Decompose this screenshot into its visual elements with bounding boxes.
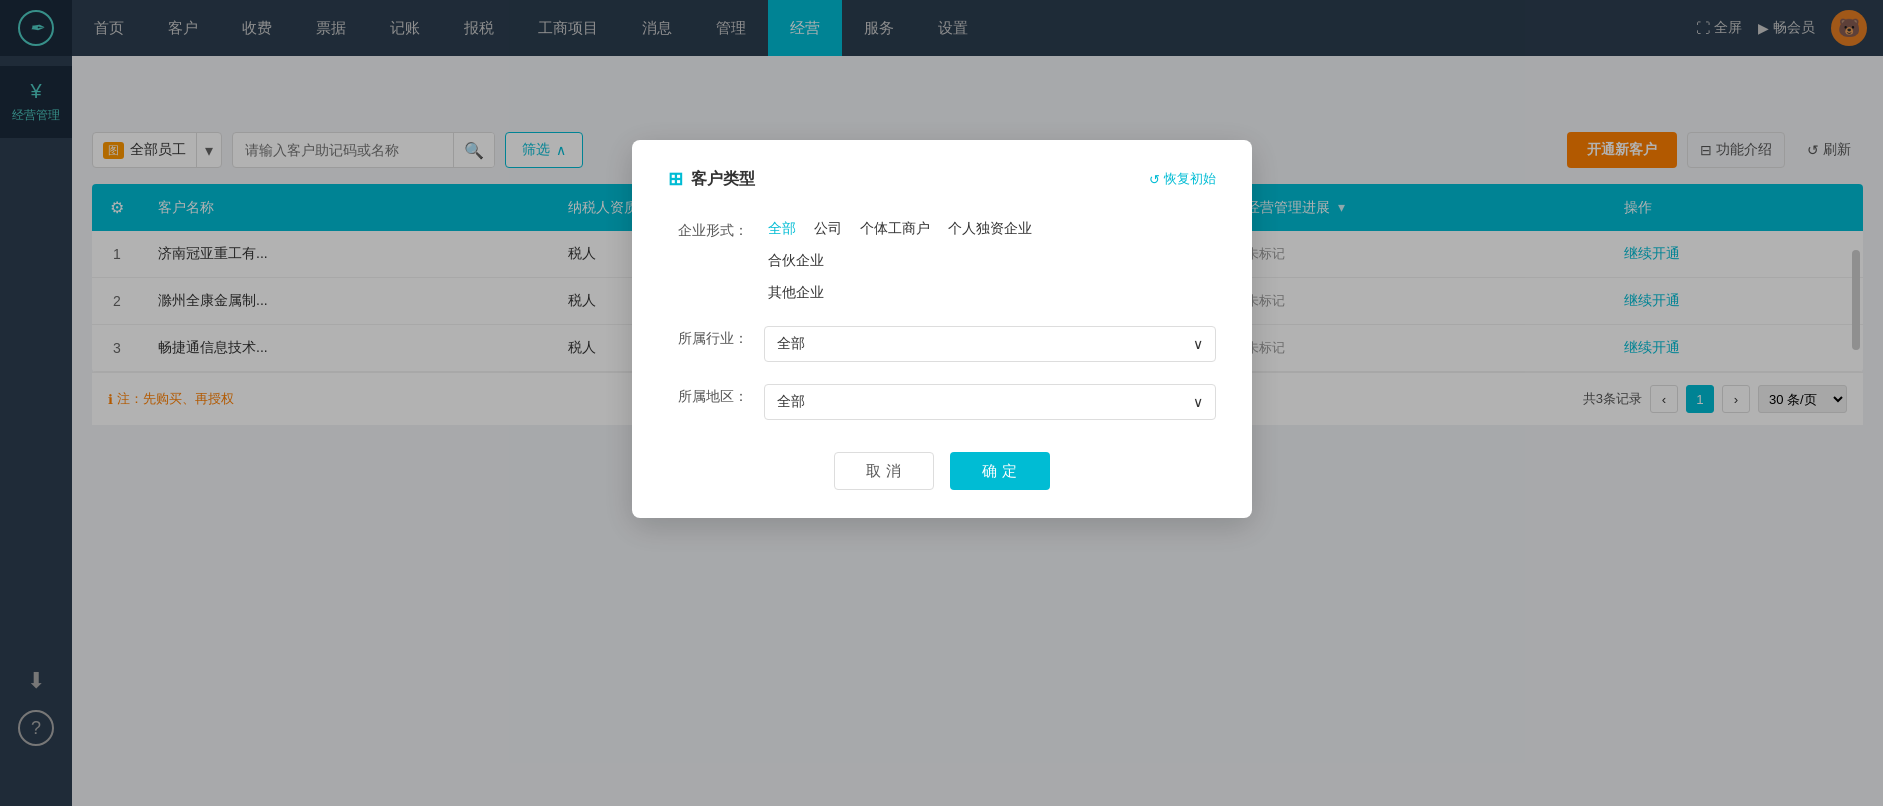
reset-label: 恢复初始: [1164, 170, 1216, 188]
enterprise-label: 企业形式：: [668, 218, 748, 240]
region-label: 所属地区：: [668, 384, 748, 406]
modal-title-icon: ⊞: [668, 168, 683, 190]
modal-reset-button[interactable]: ↺ 恢复初始: [1149, 170, 1216, 188]
modal-footer: 取 消 确 定: [668, 452, 1216, 490]
region-value: 全部: [777, 393, 805, 411]
option-other[interactable]: 其他企业: [764, 282, 828, 304]
modal-title-text: 客户类型: [691, 169, 755, 190]
cancel-button[interactable]: 取 消: [834, 452, 934, 490]
option-partner[interactable]: 合伙企业: [764, 250, 1216, 272]
industry-select[interactable]: 全部 ∨: [764, 326, 1216, 362]
enterprise-options: 全部 公司 个体工商户 个人独资企业 合伙企业 其他企业: [764, 218, 1216, 304]
modal-overlay: ⊞ 客户类型 ↺ 恢复初始 企业形式： 全部 公司 个体工商户 个人独资企业 合…: [0, 0, 1883, 806]
industry-label: 所属行业：: [668, 326, 748, 348]
confirm-button[interactable]: 确 定: [950, 452, 1050, 490]
region-dropdown-icon: ∨: [1193, 394, 1203, 410]
industry-row: 所属行业： 全部 ∨: [668, 326, 1216, 362]
region-row: 所属地区： 全部 ∨: [668, 384, 1216, 420]
reset-icon: ↺: [1149, 172, 1160, 187]
enterprise-form-row: 企业形式： 全部 公司 个体工商户 个人独资企业 合伙企业 其他企业: [668, 218, 1216, 304]
modal-header: ⊞ 客户类型 ↺ 恢复初始: [668, 168, 1216, 190]
option-company[interactable]: 公司: [810, 218, 846, 240]
industry-dropdown-icon: ∨: [1193, 336, 1203, 352]
region-select-wrap: 全部 ∨: [764, 384, 1216, 420]
option-sole[interactable]: 个人独资企业: [944, 218, 1036, 240]
industry-value: 全部: [777, 335, 805, 353]
region-select[interactable]: 全部 ∨: [764, 384, 1216, 420]
filter-modal: ⊞ 客户类型 ↺ 恢复初始 企业形式： 全部 公司 个体工商户 个人独资企业 合…: [632, 140, 1252, 518]
option-all[interactable]: 全部: [764, 218, 800, 240]
option-individual[interactable]: 个体工商户: [856, 218, 934, 240]
modal-title: ⊞ 客户类型: [668, 168, 755, 190]
industry-select-wrap: 全部 ∨: [764, 326, 1216, 362]
